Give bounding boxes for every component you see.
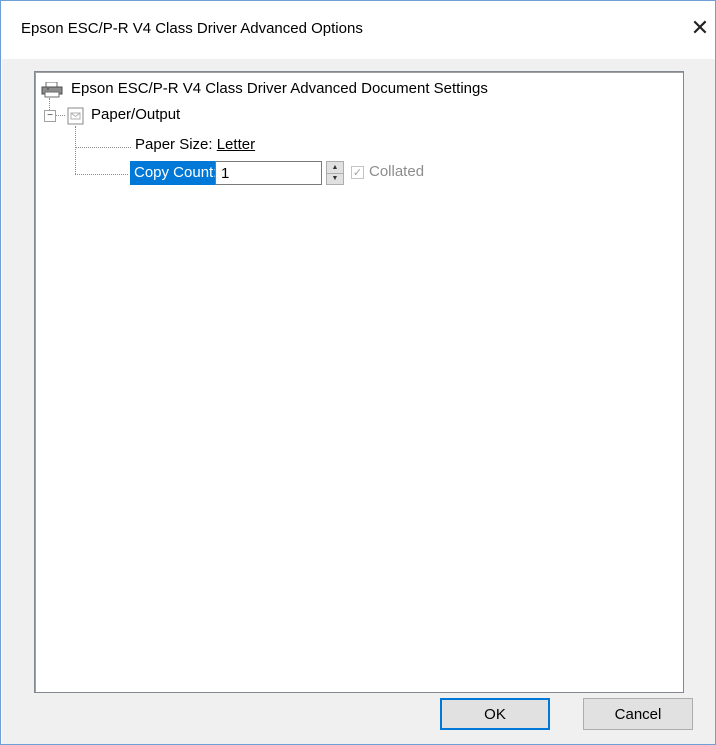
paper-folder-icon	[65, 106, 87, 126]
tree-connector	[75, 174, 128, 175]
tree-connector	[49, 98, 50, 110]
paper-size-label: Paper Size:	[135, 136, 213, 153]
printer-icon	[41, 81, 63, 98]
tree-root-label[interactable]: Epson ESC/P-R V4 Class Driver Advanced D…	[71, 80, 488, 97]
copy-count-spinner[interactable]: ▲ ▼	[326, 161, 344, 185]
copy-count-input[interactable]	[215, 161, 322, 185]
tree-connector	[75, 147, 131, 148]
collated-checkbox[interactable]: ✓	[351, 166, 364, 179]
tree-connector	[56, 115, 65, 116]
settings-tree[interactable]: Epson ESC/P-R V4 Class Driver Advanced D…	[34, 71, 684, 693]
advanced-options-dialog: Epson ESC/P-R V4 Class Driver Advanced O…	[0, 0, 716, 745]
close-icon[interactable]: ✕	[685, 11, 715, 45]
window-title: Epson ESC/P-R V4 Class Driver Advanced O…	[21, 20, 363, 37]
spin-down-icon[interactable]: ▼	[327, 173, 343, 184]
cancel-button[interactable]: Cancel	[583, 698, 693, 730]
collated-label: Collated	[369, 163, 425, 180]
tree-node-paper-output[interactable]: Paper/Output	[91, 106, 180, 123]
ok-button[interactable]: OK	[440, 698, 550, 730]
paper-size-value[interactable]: Letter	[217, 136, 255, 153]
collapse-icon[interactable]: −	[44, 110, 56, 122]
tree-connector	[75, 126, 76, 174]
paper-size-item[interactable]: Paper Size: Letter	[135, 136, 255, 153]
copy-count-label[interactable]: Copy Count:	[130, 161, 222, 185]
